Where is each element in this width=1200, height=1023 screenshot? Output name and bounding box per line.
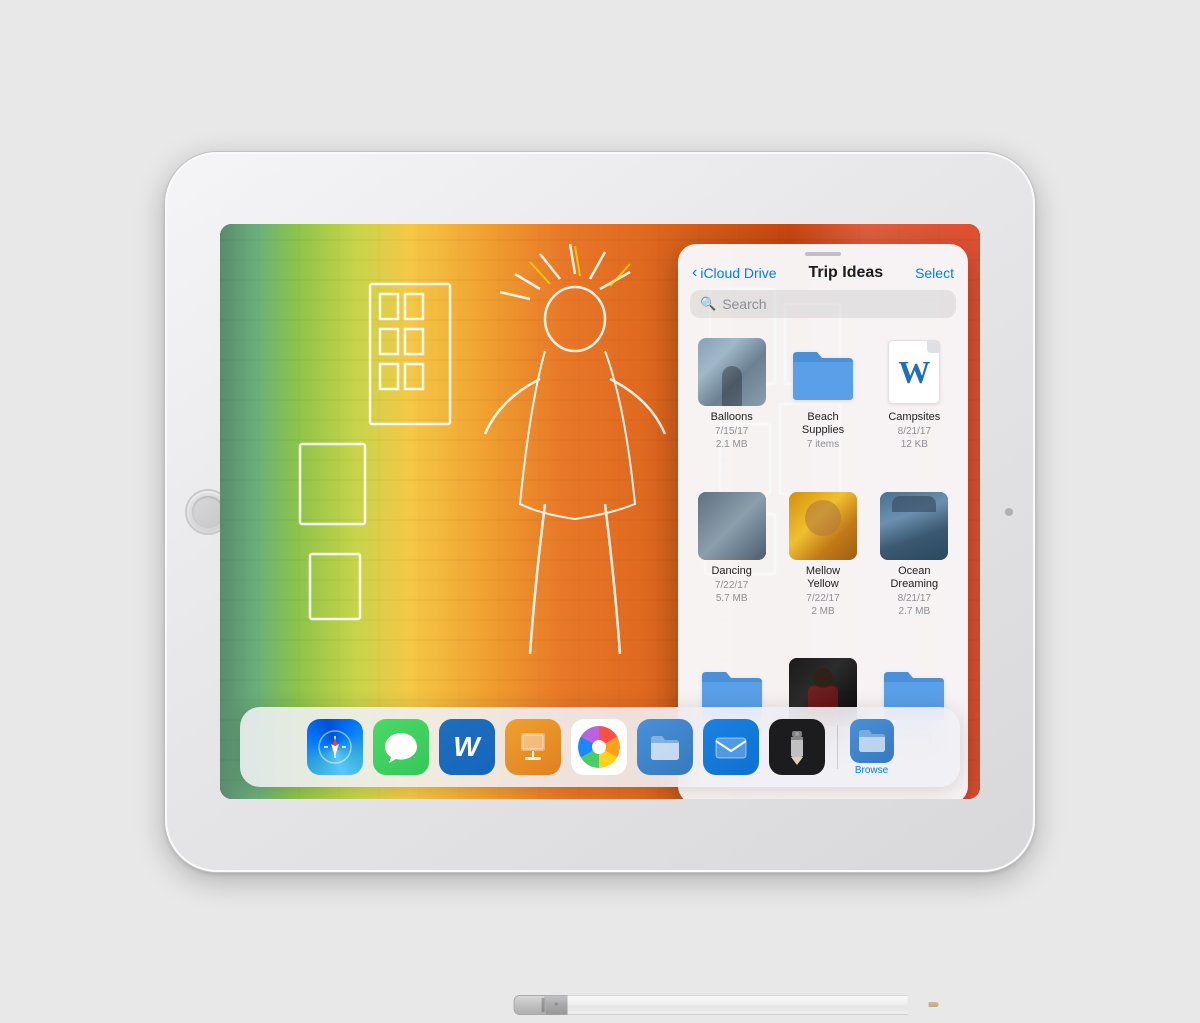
dock-app-pencil-tool[interactable] [769, 719, 825, 775]
dock-app-messages[interactable] [373, 719, 429, 775]
item-label: OceanDreaming [890, 565, 938, 591]
back-button[interactable]: ‹ iCloud Drive [692, 264, 777, 282]
keynote-podium-icon [515, 729, 551, 765]
folder-icon-svg [789, 342, 857, 402]
item-label: BeachSupplies [802, 411, 844, 437]
pencil-body: ● [514, 995, 994, 1015]
file-icon-campsites: W [880, 338, 948, 406]
ipad-screen: ‹ iCloud Drive Trip Ideas Select 🔍 Searc… [220, 224, 980, 799]
word-doc-letter: W [898, 354, 930, 391]
word-icon-letter: W [453, 731, 479, 763]
item-meta: 7 items [807, 438, 839, 451]
dock-app-files[interactable] [637, 719, 693, 775]
list-item[interactable]: MellowYellow 7/22/172 MB [779, 484, 866, 647]
search-icon: 🔍 [700, 296, 716, 312]
item-label: MellowYellow [806, 565, 840, 591]
list-item[interactable]: Dancing 7/22/175.7 MB [688, 484, 775, 647]
item-meta: 8/21/172.7 MB [898, 592, 931, 618]
back-label[interactable]: iCloud Drive [700, 265, 776, 281]
item-meta: 7/15/172.1 MB [715, 425, 748, 451]
mail-envelope-icon [713, 729, 749, 765]
list-item[interactable]: Balloons 7/15/172.1 MB [688, 330, 775, 480]
files-folder-icon [647, 729, 683, 765]
item-label: Balloons [711, 411, 753, 424]
file-icon-mellow [789, 492, 857, 560]
chevron-left-icon: ‹ [692, 264, 697, 282]
dock: W [240, 707, 960, 787]
item-meta: 7/22/172 MB [806, 592, 839, 618]
item-meta: 7/22/175.7 MB [715, 579, 748, 605]
pencil-tool-svg-icon [782, 729, 812, 765]
ipad-device: ‹ iCloud Drive Trip Ideas Select 🔍 Searc… [165, 152, 1035, 872]
browse-icon [850, 719, 894, 763]
file-icon-dancing [698, 492, 766, 560]
browse-folder-icon [856, 725, 888, 757]
list-item[interactable]: BeachSupplies 7 items [779, 330, 866, 480]
safari-compass-icon [316, 728, 354, 766]
file-icon-ocean [880, 492, 948, 560]
dock-app-safari[interactable] [307, 719, 363, 775]
camera-dot [1005, 508, 1013, 516]
dock-divider [837, 725, 838, 769]
dock-app-word[interactable]: W [439, 719, 495, 775]
panel-title: Trip Ideas [808, 264, 883, 282]
list-item[interactable]: OceanDreaming 8/21/172.7 MB [871, 484, 958, 647]
file-icon-balloons [698, 338, 766, 406]
dock-app-mail[interactable] [703, 719, 759, 775]
item-meta: 8/21/1712 KB [898, 425, 931, 451]
dock-app-photos[interactable] [571, 719, 627, 775]
panel-header: ‹ iCloud Drive Trip Ideas Select [678, 260, 968, 290]
messages-bubble-icon [383, 729, 419, 765]
select-button[interactable]: Select [915, 265, 954, 281]
panel-drag-handle[interactable] [805, 252, 841, 256]
browse-label: Browse [855, 765, 888, 776]
item-label: Dancing [711, 565, 751, 578]
file-icon-beach [789, 338, 857, 406]
dock-app-keynote[interactable] [505, 719, 561, 775]
apple-pencil: ● [514, 993, 994, 1017]
search-placeholder: Search [722, 296, 766, 312]
search-bar[interactable]: 🔍 Search [690, 290, 956, 318]
list-item[interactable]: W Campsites 8/21/1712 KB [871, 330, 958, 480]
dock-browse-container[interactable]: Browse [850, 719, 894, 776]
item-label: Campsites [888, 411, 940, 424]
scene: ‹ iCloud Drive Trip Ideas Select 🔍 Searc… [50, 37, 1150, 987]
